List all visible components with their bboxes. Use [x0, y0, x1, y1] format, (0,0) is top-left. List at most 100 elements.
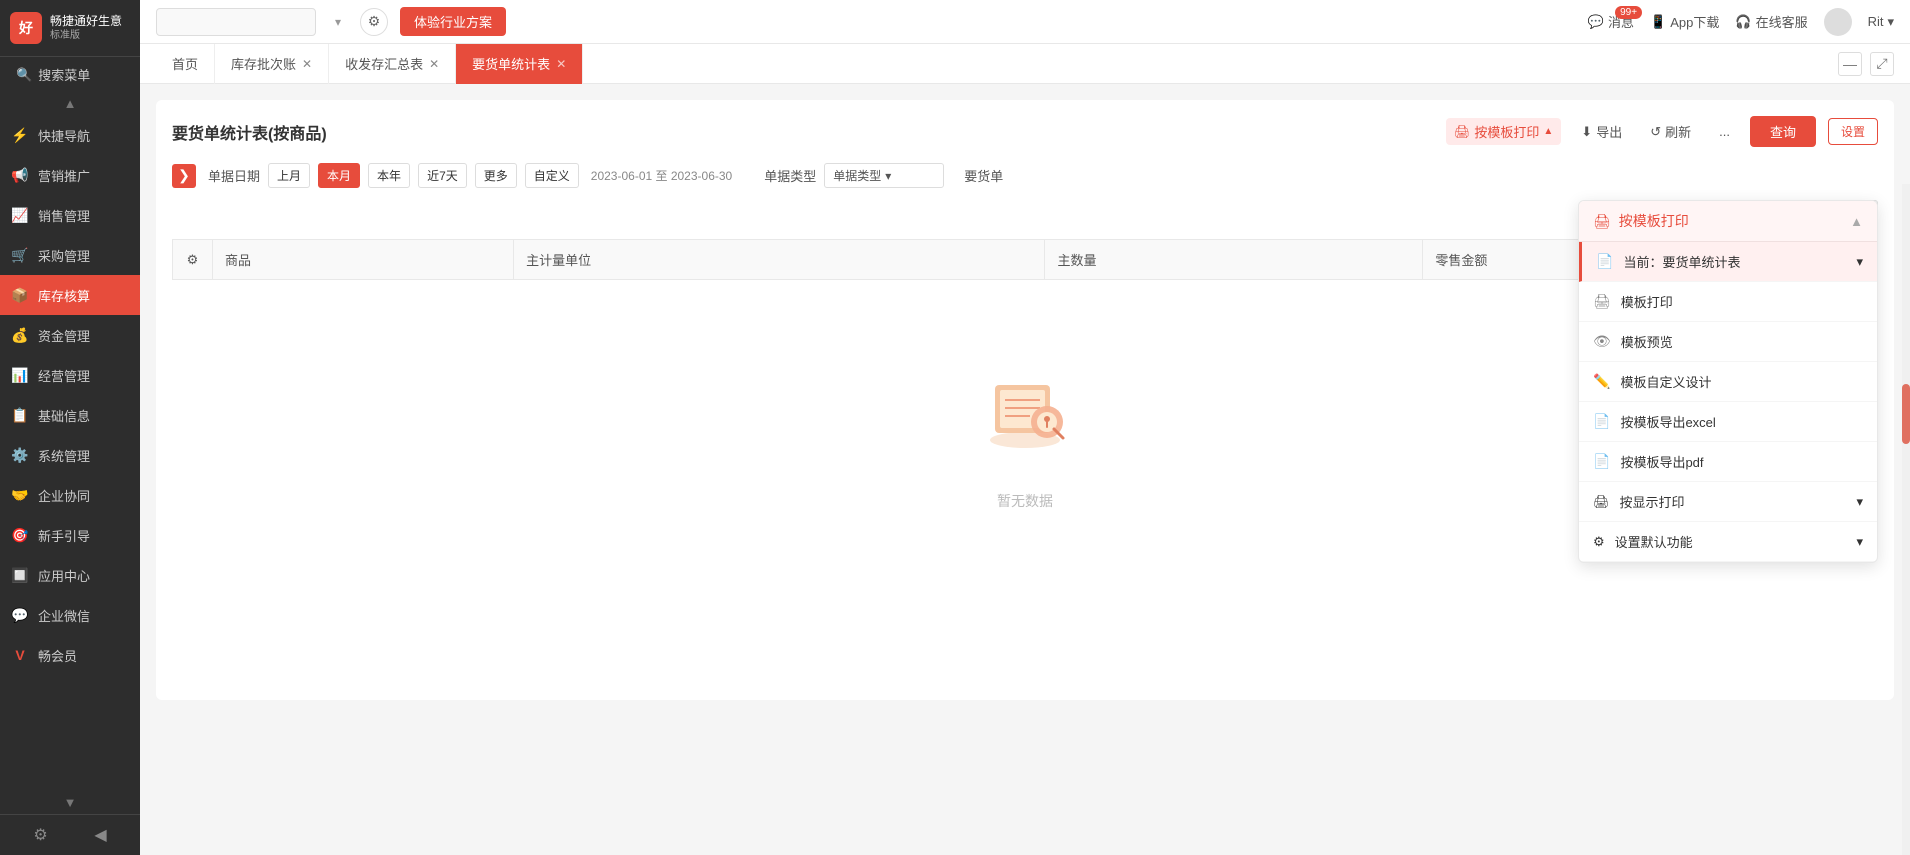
guide-icon: 🎯 [10, 525, 30, 545]
filter-toggle-btn[interactable]: ❯ [172, 164, 196, 188]
date-btn-custom[interactable]: 自定义 [525, 163, 579, 188]
dropdown-item-export-excel[interactable]: 📄 按模板导出excel [1579, 402, 1877, 442]
settings-btn[interactable]: 设置 [1828, 118, 1878, 145]
sidebar-item-label: 营销推广 [38, 166, 90, 185]
refresh-btn[interactable]: ↺ 刷新 [1642, 118, 1699, 145]
sidebar-item-label: 快捷导航 [38, 126, 90, 145]
order-category-filter-section: 要货单 [964, 166, 1003, 185]
dropdown-header[interactable]: 🖨 按模板打印 ▲ [1579, 201, 1877, 242]
basic-icon: 📋 [10, 405, 30, 425]
page-actions: 🖨 按模板打印 ▲ ⬇ 导出 ↺ 刷新 ... 查询 [1446, 116, 1878, 147]
export-btn[interactable]: ⬇ 导出 [1573, 118, 1630, 145]
table-col-settings[interactable]: ⚙ [173, 240, 213, 280]
online-service-btn[interactable]: 🎧 在线客服 [1735, 12, 1807, 31]
sidebar-item-sales[interactable]: 📈 销售管理 [0, 195, 140, 235]
app-download-btn[interactable]: 📱 App下载 [1650, 12, 1719, 31]
inventory-icon: 📦 [10, 285, 30, 305]
dropdown-item-export-pdf[interactable]: 📄 按模板导出pdf [1579, 442, 1877, 482]
purchase-icon: 🛒 [10, 245, 30, 265]
trial-industry-btn[interactable]: 体验行业方案 [400, 7, 506, 36]
dropdown-item-display-print[interactable]: 🖨 按显示打印 ▾ [1579, 482, 1877, 522]
dropdown-item-current[interactable]: 📄 当前：要货单统计表 ▾ [1579, 242, 1877, 282]
topbar-search-input[interactable] [156, 8, 316, 36]
tab-collection-summary[interactable]: 收发存汇总表 ✕ [329, 44, 456, 84]
date-btn-this-month[interactable]: 本月 [318, 163, 360, 188]
print-template-btn[interactable]: 🖨 按模板打印 ▲ [1446, 118, 1561, 145]
dropdown-item-template-preview[interactable]: 👁 模板预览 [1579, 322, 1877, 362]
search-menu[interactable]: 🔍 搜索菜单 [0, 57, 140, 92]
date-filter-label: 单据日期 [208, 166, 260, 185]
user-avatar[interactable] [1824, 8, 1852, 36]
sidebar-item-wecom[interactable]: 💬 企业微信 [0, 595, 140, 635]
date-range-display: 2023-06-01 至 2023-06-30 [591, 167, 732, 184]
template-print-icon: 🖨 [1593, 293, 1611, 310]
print-header-icon: 🖨 [1593, 213, 1611, 230]
message-icon: 💬 [1588, 14, 1604, 30]
sidebar-item-basic[interactable]: 📋 基础信息 [0, 395, 140, 435]
sidebar-item-guide[interactable]: 🎯 新手引导 [0, 515, 140, 555]
marketing-icon: 📢 [10, 165, 30, 185]
sidebar-item-business[interactable]: 📊 经营管理 [0, 355, 140, 395]
messages-btn[interactable]: 💬 消息 99+ [1588, 12, 1634, 31]
message-badge: 99+ [1615, 6, 1642, 19]
sidebar-item-marketing[interactable]: 📢 营销推广 [0, 155, 140, 195]
download-icon: 📱 [1650, 14, 1666, 30]
date-btn-more[interactable]: 更多 [475, 163, 517, 188]
sidebar-item-collab[interactable]: 🤝 企业协同 [0, 475, 140, 515]
date-btn-this-year[interactable]: 本年 [368, 163, 410, 188]
dropdown-item-template-custom[interactable]: ✏️ 模板自定义设计 [1579, 362, 1877, 402]
date-btn-last-month[interactable]: 上月 [268, 163, 310, 188]
tab-minimize-btn[interactable]: — [1838, 52, 1862, 76]
sales-icon: 📈 [10, 205, 30, 225]
search-icon: 🔍 [16, 67, 32, 83]
sidebar-item-system[interactable]: ⚙️ 系统管理 [0, 435, 140, 475]
quick-nav-icon: ⚡ [10, 125, 30, 145]
user-name[interactable]: Rit ▾ [1868, 14, 1894, 30]
order-category-label: 要货单 [964, 166, 1003, 185]
sidebar-item-label: 采购管理 [38, 246, 90, 265]
table-col-quantity: 主数量 [1045, 240, 1423, 280]
query-btn[interactable]: 查询 [1750, 116, 1816, 147]
sidebar-item-purchase[interactable]: 🛒 采购管理 [0, 235, 140, 275]
tab-maximize-btn[interactable]: ⤢ [1870, 52, 1894, 76]
sidebar-item-appstore[interactable]: 🔲 应用中心 [0, 555, 140, 595]
current-icon: 📄 [1596, 253, 1613, 270]
print-icon: 🖨 [1454, 124, 1471, 140]
dropdown-item-set-default[interactable]: ⚙ 设置默认功能 ▾ [1579, 522, 1877, 562]
tab-home[interactable]: 首页 [156, 44, 215, 84]
date-btn-7days[interactable]: 近7天 [418, 163, 467, 188]
tab-inventory-batch[interactable]: 库存批次账 ✕ [215, 44, 329, 84]
page-card: 要货单统计表(按商品) 🖨 按模板打印 ▲ ⬇ 导出 ↺ 刷新 [156, 100, 1894, 700]
tab-actions: — ⤢ [1838, 52, 1894, 76]
topbar-settings-btn[interactable]: ⚙ [360, 8, 388, 36]
vertical-scrollbar-thumb[interactable] [1902, 384, 1910, 444]
tab-close-inventory-batch[interactable]: ✕ [302, 57, 312, 71]
sidebar-item-label: 畅会员 [38, 646, 77, 665]
topbar-right: 💬 消息 99+ 📱 App下载 🎧 在线客服 Rit ▾ [1588, 8, 1894, 36]
empty-text: 暂无数据 [997, 491, 1053, 511]
print-dropdown-arrow-up: ▲ [1543, 126, 1553, 137]
export-pdf-icon: 📄 [1593, 453, 1610, 470]
tab-close-order-stats[interactable]: ✕ [556, 57, 566, 71]
sidebar-item-inventory[interactable]: 📦 库存核算 [0, 275, 140, 315]
topbar-dropdown-btn[interactable]: ▾ [328, 12, 348, 32]
more-btn[interactable]: ... [1711, 120, 1738, 143]
sidebar-item-label: 资金管理 [38, 326, 90, 345]
settings-icon[interactable]: ⚙ [33, 825, 47, 845]
order-type-label: 单据类型 [764, 166, 816, 185]
sidebar-item-finance[interactable]: 💰 资金管理 [0, 315, 140, 355]
dropdown-item-template-print[interactable]: 🖨 模板打印 [1579, 282, 1877, 322]
dropdown-collapse-icon[interactable]: ▲ [1850, 214, 1863, 229]
sidebar-item-member[interactable]: V 畅会员 [0, 635, 140, 675]
scroll-down-btn[interactable]: ▼ [0, 791, 140, 814]
collab-icon: 🤝 [10, 485, 30, 505]
scroll-up-btn[interactable]: ▲ [0, 92, 140, 115]
order-type-select[interactable]: 单据类型 ▾ [824, 163, 944, 188]
content-area: 要货单统计表(按商品) 🖨 按模板打印 ▲ ⬇ 导出 ↺ 刷新 [140, 84, 1910, 855]
sidebar-item-quick-nav[interactable]: ⚡ 快捷导航 [0, 115, 140, 155]
tab-order-stats[interactable]: 要货单统计表 ✕ [456, 44, 583, 84]
sidebar-item-label: 经营管理 [38, 366, 90, 385]
current-dropdown-icon: ▾ [1856, 254, 1863, 270]
collapse-icon[interactable]: ◀ [94, 825, 106, 845]
tab-close-collection-summary[interactable]: ✕ [429, 57, 439, 71]
